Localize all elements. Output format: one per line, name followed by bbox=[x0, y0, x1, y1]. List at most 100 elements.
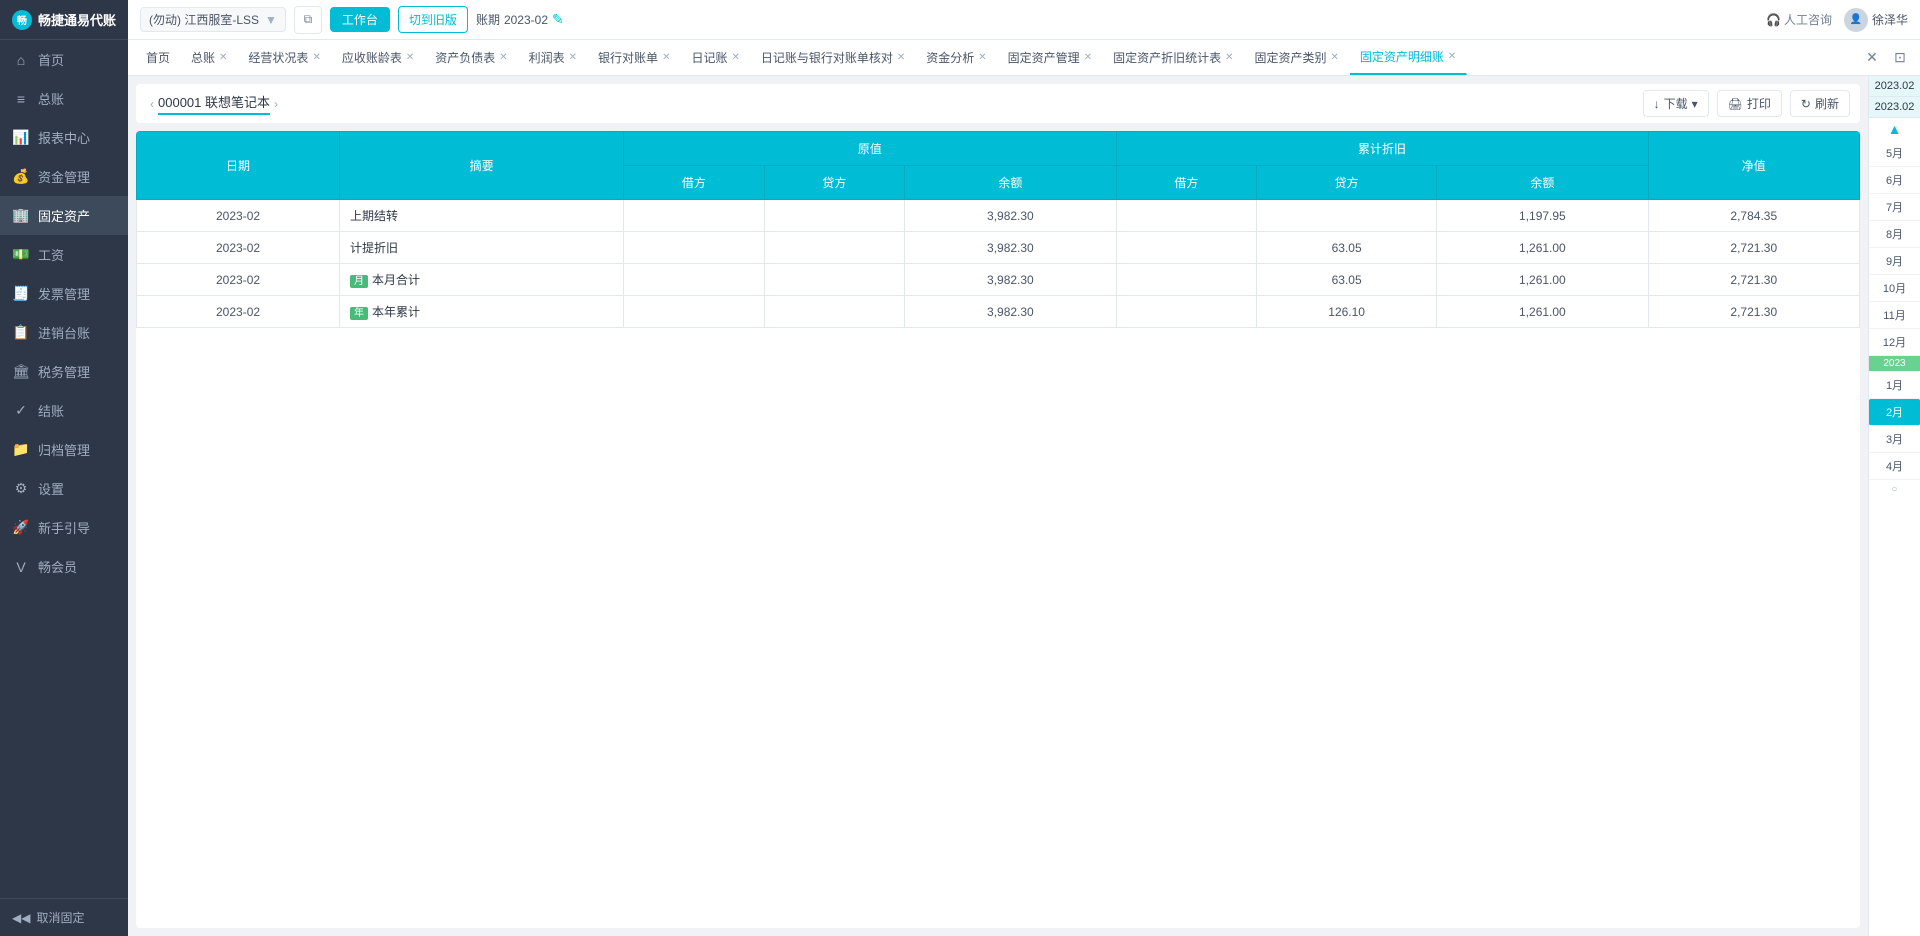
sidebar-unpin-button[interactable]: ◀◀ 取消固定 bbox=[0, 898, 128, 936]
tab-asset-category[interactable]: 固定资产类别 ✕ bbox=[1244, 40, 1349, 75]
tab-ledger-close[interactable]: ✕ bbox=[219, 52, 227, 63]
tab-fund-analysis[interactable]: 资金分析 ✕ bbox=[916, 40, 997, 75]
cell-zcf-credit: 63.05 bbox=[1257, 264, 1437, 296]
sidebar-item-salary[interactable]: 💵 工资 bbox=[0, 235, 128, 274]
tabbar-actions: ✕ ⊡ bbox=[1860, 46, 1912, 70]
date-month-4[interactable]: 4月 bbox=[1869, 453, 1920, 480]
cell-yuanzhi-balance: 3,982.30 bbox=[905, 232, 1116, 264]
date-month-3[interactable]: 3月 bbox=[1869, 426, 1920, 453]
sidebar-item-invoice[interactable]: 🧾 发票管理 bbox=[0, 274, 128, 313]
tab-management-status[interactable]: 经营状况表 ✕ bbox=[238, 40, 331, 75]
download-icon: ↓ bbox=[1654, 97, 1660, 111]
sidebar-item-ledger[interactable]: ≡ 总账 bbox=[0, 79, 128, 118]
sidebar-item-funds[interactable]: 💰 资金管理 bbox=[0, 157, 128, 196]
tab-profit-close[interactable]: ✕ bbox=[569, 52, 577, 63]
sidebar-item-settings-label: 设置 bbox=[38, 479, 64, 498]
sidebar-item-guide[interactable]: 🚀 新手引导 bbox=[0, 508, 128, 547]
tab-profit[interactable]: 利润表 ✕ bbox=[519, 40, 588, 75]
tab-asset-category-close[interactable]: ✕ bbox=[1331, 52, 1339, 63]
print-icon: 🖨 bbox=[1728, 97, 1743, 111]
tab-ledger[interactable]: 总账 ✕ bbox=[181, 40, 238, 75]
cell-net-value: 2,784.35 bbox=[1648, 200, 1859, 232]
tab-depreciation-stats-close[interactable]: ✕ bbox=[1225, 52, 1233, 63]
tab-balance-sheet[interactable]: 资产负债表 ✕ bbox=[425, 40, 518, 75]
close-all-tabs-button[interactable]: ✕ bbox=[1860, 46, 1884, 70]
download-button[interactable]: ↓ 下载 ▾ bbox=[1643, 90, 1709, 117]
sidebar-item-member[interactable]: V 畅会员 bbox=[0, 547, 128, 586]
edit-period-icon[interactable]: ✎ bbox=[552, 11, 564, 28]
sidebar-item-assets[interactable]: 🏢 固定资产 bbox=[0, 196, 128, 235]
tab-fund-analysis-close[interactable]: ✕ bbox=[978, 52, 986, 63]
sidebar-item-closing[interactable]: ✓ 结账 bbox=[0, 391, 128, 430]
cell-zcf-balance: 1,261.00 bbox=[1437, 232, 1648, 264]
tab-journal-close[interactable]: ✕ bbox=[731, 52, 739, 63]
ledger-icon: ≡ bbox=[12, 90, 30, 108]
tab-reconcile[interactable]: 日记账与银行对账单核对 ✕ bbox=[751, 40, 916, 75]
help-label: 人工咨询 bbox=[1784, 11, 1832, 28]
tab-asset-detail[interactable]: 固定资产明细账 ✕ bbox=[1350, 40, 1467, 75]
date-month-10[interactable]: 10月 bbox=[1869, 275, 1920, 302]
sidebar-item-reports[interactable]: 📊 报表中心 bbox=[0, 118, 128, 157]
sidebar-item-archive[interactable]: 📁 归档管理 bbox=[0, 430, 128, 469]
th-zcf-credit: 贷方 bbox=[1257, 166, 1437, 200]
tab-journal[interactable]: 日记账 ✕ bbox=[681, 40, 750, 75]
sidebar-item-home[interactable]: ⌂ 首页 bbox=[0, 40, 128, 79]
company-selector[interactable]: (勿动) 江西服室-LSS ▼ bbox=[140, 7, 286, 32]
back-arrow-icon[interactable]: ‹ bbox=[150, 97, 154, 111]
refresh-button[interactable]: ↻ 刷新 bbox=[1790, 90, 1850, 117]
tab-receivable-aging[interactable]: 应收账龄表 ✕ bbox=[332, 40, 425, 75]
cell-date: 2023-02 bbox=[137, 296, 340, 328]
th-net-value: 净值 bbox=[1648, 132, 1859, 200]
th-zcf-balance: 余额 bbox=[1437, 166, 1648, 200]
cell-yuanzhi-balance: 3,982.30 bbox=[905, 200, 1116, 232]
sidebar-item-sales[interactable]: 📋 进销台账 bbox=[0, 313, 128, 352]
sidebar: 畅 畅捷通易代账 ⌂ 首页 ≡ 总账 📊 报表中心 💰 资金管理 🏢 固定资产 … bbox=[0, 0, 128, 936]
date-month-7[interactable]: 7月 bbox=[1869, 194, 1920, 221]
cell-zcf-debit bbox=[1116, 264, 1257, 296]
tab-asset-detail-close[interactable]: ✕ bbox=[1448, 51, 1456, 62]
sidebar-logo: 畅 畅捷通易代账 bbox=[0, 0, 128, 40]
help-button[interactable]: 🎧 人工咨询 bbox=[1766, 11, 1832, 28]
switch-version-button[interactable]: 切到旧版 bbox=[398, 6, 468, 33]
sidebar-item-tax[interactable]: 🏛 税务管理 bbox=[0, 352, 128, 391]
date-month-6[interactable]: 6月 bbox=[1869, 167, 1920, 194]
workbench-button[interactable]: 工作台 bbox=[330, 7, 390, 32]
sidebar-item-settings[interactable]: ⚙ 设置 bbox=[0, 469, 128, 508]
asset-detail-table: 日期 摘要 原值 累计折旧 净值 借方 贷方 余额 借方 贷方 余额 bbox=[136, 131, 1860, 928]
date-month-2-active[interactable]: 2月 bbox=[1869, 399, 1920, 426]
archive-icon: 📁 bbox=[12, 441, 30, 459]
breadcrumb-bar: ‹ 000001 联想笔记本 › ↓ 下载 ▾ 🖨 打印 ↻ bbox=[136, 84, 1860, 123]
tab-balance-sheet-label: 资产负债表 bbox=[435, 49, 495, 66]
tab-receivable-aging-close[interactable]: ✕ bbox=[406, 52, 414, 63]
tab-home[interactable]: 首页 bbox=[136, 40, 181, 75]
tab-asset-management[interactable]: 固定资产管理 ✕ bbox=[998, 40, 1103, 75]
tab-asset-management-close[interactable]: ✕ bbox=[1084, 52, 1092, 63]
date-scroll-up-button[interactable]: ▲ bbox=[1869, 118, 1920, 140]
date-month-12[interactable]: 12月 bbox=[1869, 329, 1920, 356]
date-month-8[interactable]: 8月 bbox=[1869, 221, 1920, 248]
date-month-11[interactable]: 11月 bbox=[1869, 302, 1920, 329]
maximize-button[interactable]: ⊡ bbox=[1888, 46, 1912, 70]
user-menu[interactable]: 👤 徐泽华 bbox=[1844, 8, 1908, 32]
copy-icon[interactable]: ⧉ bbox=[294, 6, 322, 34]
tab-bank-statement-close[interactable]: ✕ bbox=[662, 52, 670, 63]
forward-arrow-icon[interactable]: › bbox=[274, 97, 278, 111]
app-name: 畅捷通易代账 bbox=[38, 10, 116, 29]
tab-depreciation-stats[interactable]: 固定资产折旧统计表 ✕ bbox=[1103, 40, 1244, 75]
tab-balance-sheet-close[interactable]: ✕ bbox=[499, 52, 507, 63]
tab-reconcile-close[interactable]: ✕ bbox=[897, 52, 905, 63]
cell-zcf-balance: 1,261.00 bbox=[1437, 264, 1648, 296]
cell-zcf-debit bbox=[1116, 200, 1257, 232]
cell-date: 2023-02 bbox=[137, 200, 340, 232]
logo-icon: 畅 bbox=[12, 10, 32, 30]
date-month-9[interactable]: 9月 bbox=[1869, 248, 1920, 275]
cell-yuanzhi-credit bbox=[764, 200, 905, 232]
tab-management-status-close[interactable]: ✕ bbox=[312, 52, 320, 63]
print-button[interactable]: 🖨 打印 bbox=[1717, 90, 1782, 117]
tab-bank-statement[interactable]: 银行对账单 ✕ bbox=[588, 40, 681, 75]
sidebar-item-funds-label: 资金管理 bbox=[38, 167, 90, 186]
date-month-5[interactable]: 5月 bbox=[1869, 140, 1920, 167]
salary-icon: 💵 bbox=[12, 246, 30, 264]
date-month-1[interactable]: 1月 bbox=[1869, 372, 1920, 399]
cell-desc: 上期结转 bbox=[340, 200, 624, 232]
